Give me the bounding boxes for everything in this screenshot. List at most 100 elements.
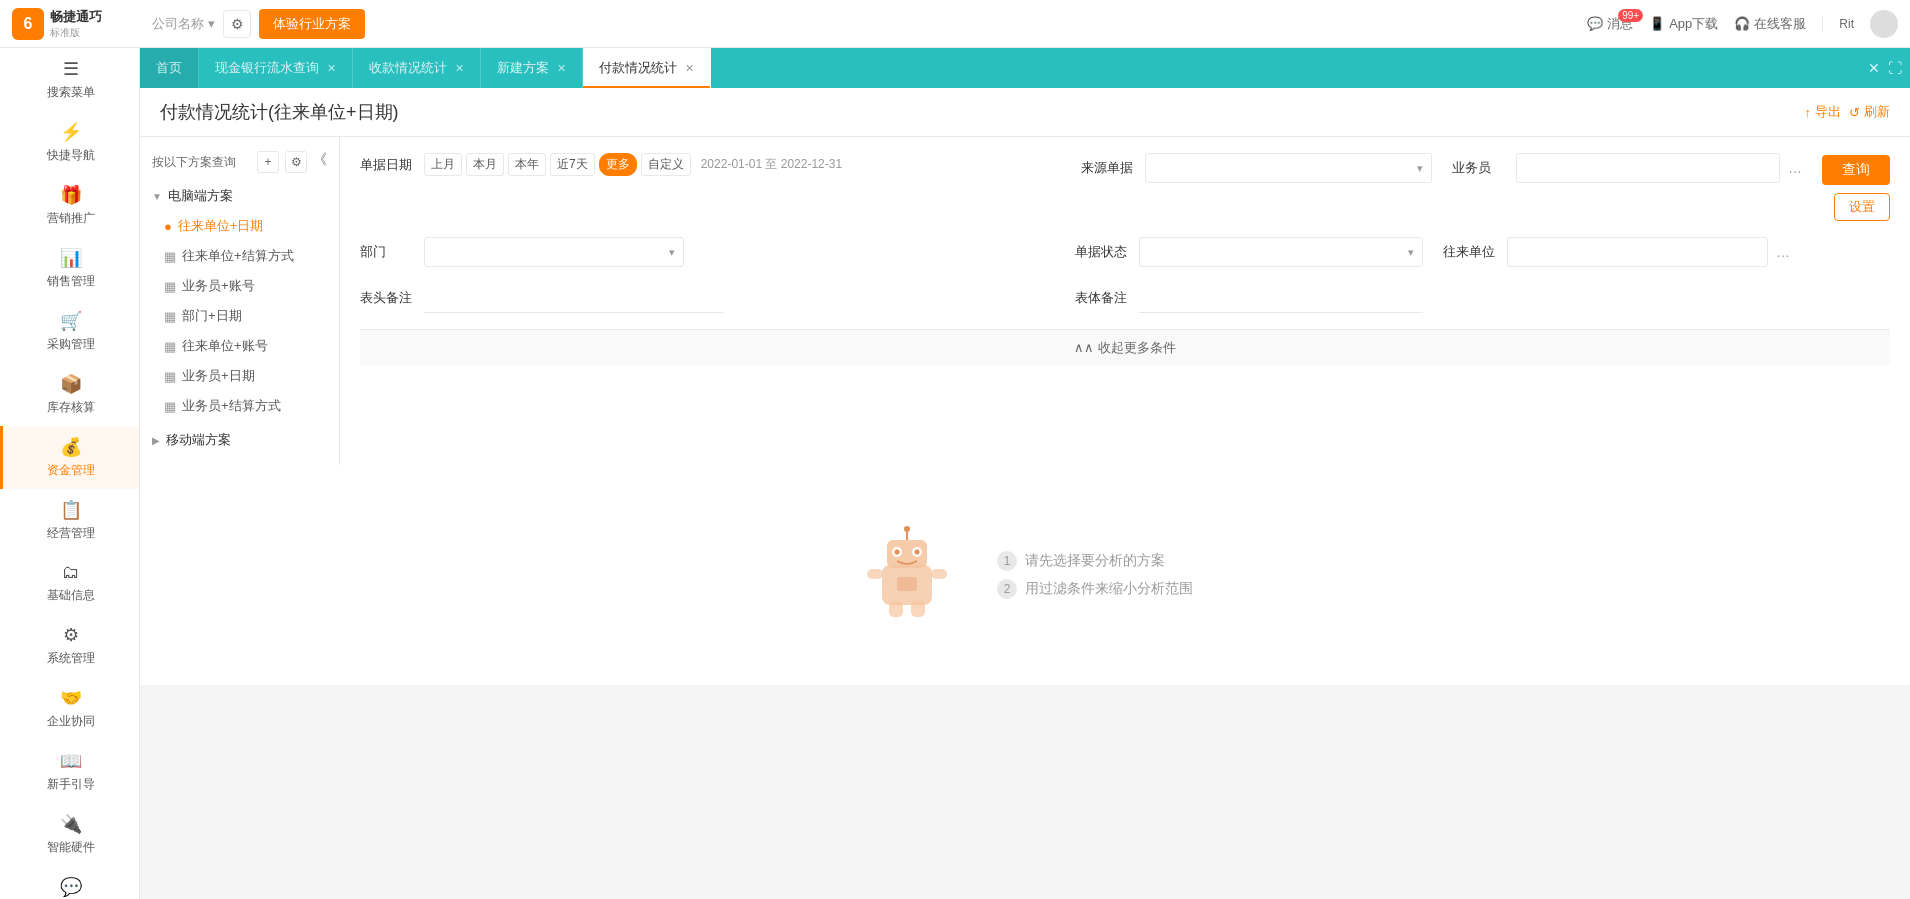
guide-icon: 📖: [60, 750, 82, 772]
tab-expand-icon[interactable]: ⛶: [1888, 60, 1902, 76]
partner-select[interactable]: [1507, 237, 1769, 267]
scheme-item-salesperson-date[interactable]: ▦ 业务员+日期: [140, 361, 339, 391]
topbar-right: 💬 消息 99+ 📱 App下载 🎧 在线客服 Rit: [1587, 10, 1898, 38]
export-icon: ↑: [1805, 105, 1812, 120]
settings-small-button[interactable]: 设置: [1834, 193, 1890, 221]
scheme-item-salesperson-account[interactable]: ▦ 业务员+账号: [140, 271, 339, 301]
doc-status-arrow: ▾: [1408, 246, 1414, 259]
scheme-desktop-group: ▼ 电脑端方案 ● 往来单位+日期 ▦ 往来单位+结算方式 ▦: [140, 181, 339, 421]
scheme-item-partner-settlement[interactable]: ▦ 往来单位+结算方式: [140, 241, 339, 271]
sidebar-item-wechat[interactable]: 💬 企业微信: [0, 866, 139, 899]
partner-field: 往来单位 …: [1443, 237, 1791, 267]
scheme-item-dept-date[interactable]: ▦ 部门+日期: [140, 301, 339, 331]
query-button[interactable]: 查询: [1822, 155, 1890, 185]
company-selector[interactable]: 公司名称 ▾: [152, 15, 215, 33]
hint-num-1: 1: [997, 551, 1017, 571]
user-avatar[interactable]: [1870, 10, 1898, 38]
svg-rect-8: [867, 569, 883, 579]
online-service[interactable]: 🎧 在线客服: [1734, 15, 1806, 33]
export-button[interactable]: ↑ 导出: [1805, 103, 1842, 121]
source-doc-label: 来源单据: [1081, 159, 1137, 177]
tab-receipt-stats[interactable]: 收款情况统计 ✕: [353, 48, 481, 88]
scheme-item-partner-date[interactable]: ● 往来单位+日期: [140, 211, 339, 241]
header-note-input[interactable]: [424, 283, 724, 313]
date-btn-7days[interactable]: 近7天: [550, 153, 595, 176]
date-btn-custom[interactable]: 自定义: [641, 153, 691, 176]
body-note-input[interactable]: [1139, 283, 1423, 313]
hint-num-2: 2: [997, 579, 1017, 599]
scheme-collapse-icon[interactable]: 《: [313, 151, 327, 173]
sidebar-item-operations[interactable]: 📋 经营管理: [0, 489, 139, 552]
trial-button[interactable]: 体验行业方案: [259, 9, 365, 39]
sidebar-sales-label: 销售管理: [47, 273, 95, 290]
salesperson-more-btn[interactable]: …: [1788, 160, 1802, 176]
partner-label: 往来单位: [1443, 243, 1499, 261]
sidebar-collab-label: 企业协同: [47, 713, 95, 730]
date-btn-more[interactable]: 更多: [599, 153, 637, 176]
date-btn-this-month[interactable]: 本月: [466, 153, 504, 176]
sidebar-hardware-label: 智能硬件: [47, 839, 95, 856]
company-name: 公司名称: [152, 15, 204, 33]
sidebar-quicknav-label: 快捷导航: [47, 147, 95, 164]
salesperson-field: 业务员 …: [1452, 153, 1803, 183]
date-field: 单据日期 上月 本月 本年 近7天 更多 自定义 2022-01-01 至 20…: [360, 153, 1061, 176]
source-doc-arrow: ▾: [1417, 162, 1423, 175]
scheme-settings-icon[interactable]: ⚙: [285, 151, 307, 173]
tab-new-scheme[interactable]: 新建方案 ✕: [481, 48, 583, 88]
quicknav-icon: ⚡: [60, 121, 82, 143]
sidebar-item-finance[interactable]: 💰 资金管理: [0, 426, 139, 489]
sidebar-item-sales[interactable]: 📊 销售管理: [0, 237, 139, 300]
sidebar-item-basic[interactable]: 🗂 基础信息: [0, 552, 139, 614]
tab-home[interactable]: 首页: [140, 48, 199, 88]
sidebar-item-marketing[interactable]: 🎁 营销推广: [0, 174, 139, 237]
topbar-settings-icon[interactable]: ⚙: [223, 10, 251, 38]
notification-icon[interactable]: 💬 消息 99+: [1587, 15, 1633, 33]
partner-more-btn[interactable]: …: [1776, 244, 1790, 260]
tab-close-payment-stats[interactable]: ✕: [685, 62, 694, 75]
empty-hints: 1 请先选择要分析的方案 2 用过滤条件来缩小分析范围: [997, 551, 1193, 599]
scheme-mobile-group[interactable]: ▶ 移动端方案: [140, 425, 339, 455]
dept-select[interactable]: ▾: [424, 237, 684, 267]
scheme-item-partner-account[interactable]: ▦ 往来单位+账号: [140, 331, 339, 361]
sidebar-item-collab[interactable]: 🤝 企业协同: [0, 677, 139, 740]
user-info: Rit: [1839, 17, 1854, 31]
sidebar-item-search[interactable]: ☰ 搜索菜单: [0, 48, 139, 111]
salesperson-select[interactable]: [1516, 153, 1781, 183]
header-note-label: 表头备注: [360, 289, 416, 307]
date-label: 单据日期: [360, 156, 416, 174]
scheme-add-icon[interactable]: +: [257, 151, 279, 173]
sidebar-item-guide[interactable]: 📖 新手引导: [0, 740, 139, 803]
svg-rect-9: [931, 569, 947, 579]
svg-rect-10: [889, 601, 903, 617]
refresh-button[interactable]: ↺ 刷新: [1849, 103, 1890, 121]
scheme-header-actions: + ⚙ 《: [257, 151, 327, 173]
sidebar-item-system[interactable]: ⚙ 系统管理: [0, 614, 139, 677]
scheme-item-radio-icon: ●: [164, 219, 172, 234]
sidebar-item-inventory[interactable]: 📦 库存核算: [0, 363, 139, 426]
topbar-middle: 公司名称 ▾ ⚙ 体验行业方案: [152, 9, 1587, 39]
app-download[interactable]: 📱 App下载: [1649, 15, 1718, 33]
sidebar-operations-label: 经营管理: [47, 525, 95, 542]
sidebar-item-quicknav[interactable]: ⚡ 快捷导航: [0, 111, 139, 174]
svg-point-4: [895, 550, 900, 555]
tab-close-cash-flow[interactable]: ✕: [327, 62, 336, 75]
tab-cash-flow[interactable]: 现金银行流水查询 ✕: [199, 48, 353, 88]
body-note-label: 表体备注: [1075, 289, 1131, 307]
date-btn-this-year[interactable]: 本年: [508, 153, 546, 176]
empty-robot-illustration: [857, 525, 957, 625]
collapse-button[interactable]: ∧∧ 收起更多条件: [1074, 339, 1176, 357]
tab-close-receipt-stats[interactable]: ✕: [455, 62, 464, 75]
source-doc-select[interactable]: ▾: [1145, 153, 1432, 183]
scheme-desktop-title[interactable]: ▼ 电脑端方案: [140, 181, 339, 211]
sidebar-item-hardware[interactable]: 🔌 智能硬件: [0, 803, 139, 866]
scheme-item-table-icon-5: ▦: [164, 399, 176, 414]
empty-hint-2: 2 用过滤条件来缩小分析范围: [997, 579, 1193, 599]
tab-close-new-scheme[interactable]: ✕: [557, 62, 566, 75]
scheme-item-salesperson-settlement[interactable]: ▦ 业务员+结算方式: [140, 391, 339, 421]
tab-payment-stats[interactable]: 付款情况统计 ✕: [583, 48, 711, 88]
doc-status-select[interactable]: ▾: [1139, 237, 1423, 267]
sidebar-item-purchase[interactable]: 🛒 采购管理: [0, 300, 139, 363]
dropdown-arrow: ▾: [208, 16, 215, 31]
tab-close-all-icon[interactable]: ✕: [1868, 60, 1880, 76]
date-btn-last-month[interactable]: 上月: [424, 153, 462, 176]
